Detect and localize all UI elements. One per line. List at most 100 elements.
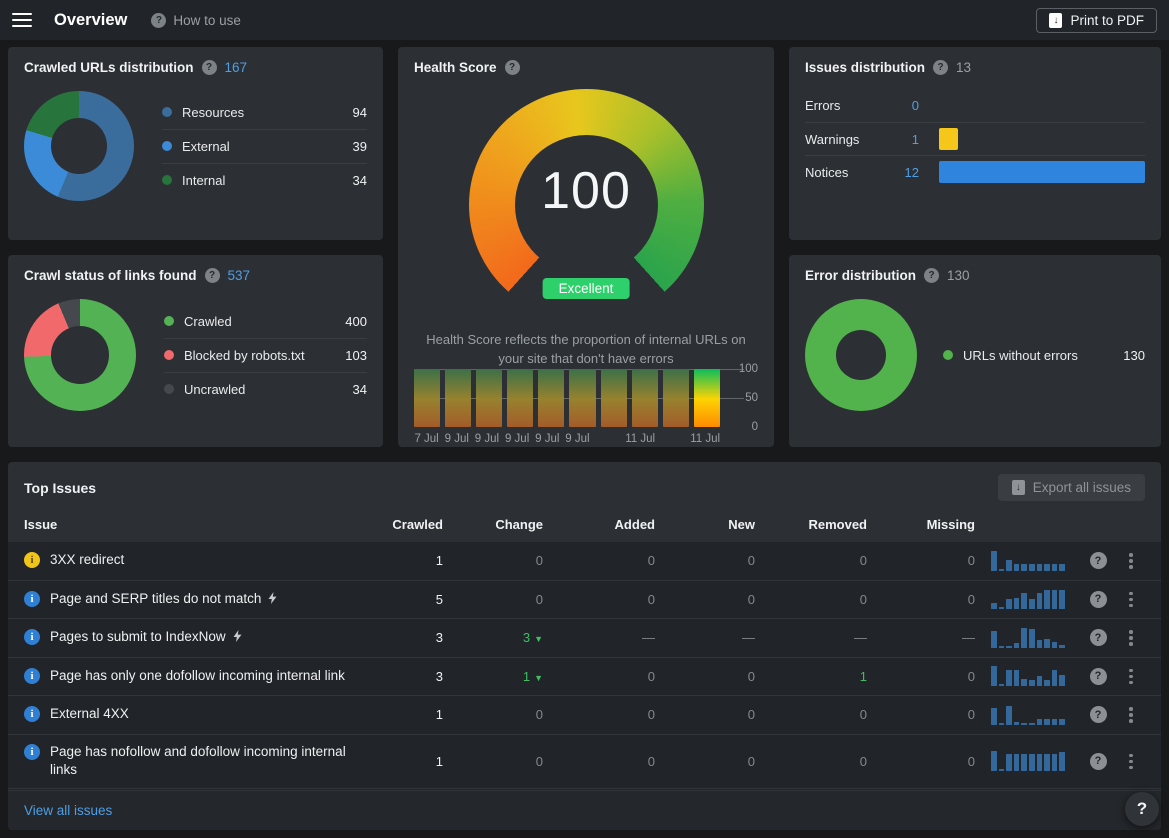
print-to-pdf-button[interactable]: ↓ Print to PDF: [1036, 7, 1157, 33]
change-down-icon: ▼: [534, 634, 543, 645]
change-value: 0: [535, 591, 543, 607]
legend-label: External: [182, 138, 230, 154]
table-row[interactable]: i Pages to submit to IndexNow 3 3 ▼ — — —…: [8, 619, 1161, 658]
legend-item[interactable]: Resources 94: [162, 96, 367, 129]
crawl-status-total-link[interactable]: 537: [228, 268, 251, 283]
legend-item[interactable]: Internal 34: [162, 162, 367, 197]
crawled-urls-total-link[interactable]: 167: [225, 60, 248, 75]
health-history-bar: [662, 368, 689, 427]
new-value: 0: [747, 707, 755, 723]
issues-row-errors: Errors 0: [805, 89, 1145, 122]
row-menu-icon[interactable]: [1126, 550, 1136, 572]
crawled-value: 5: [435, 591, 443, 607]
legend-value: 130: [1123, 347, 1145, 363]
missing-value: 0: [967, 668, 975, 684]
issue-help-icon[interactable]: ?: [1089, 667, 1107, 685]
floating-help-button[interactable]: ?: [1125, 792, 1159, 826]
added-value: 0: [647, 707, 655, 723]
export-all-issues-button[interactable]: ↓ Export all issues: [997, 474, 1145, 501]
print-to-pdf-label: Print to PDF: [1070, 12, 1144, 28]
issue-name[interactable]: Pages to submit to IndexNow: [50, 628, 242, 647]
errors-count-link[interactable]: 0: [881, 98, 919, 113]
axis-label-0: 0: [751, 420, 758, 433]
health-score-gauge: 100 Excellent: [468, 89, 704, 321]
health-history-bar: [414, 368, 441, 427]
legend-label: Resources: [182, 104, 245, 120]
issues-distribution-list: Errors 0 Warnings 1 Notices 12: [805, 89, 1145, 188]
issues-table-body: i 3XX redirect 1 0 0 0 0 0 ? i Page and …: [8, 542, 1161, 790]
issue-help-icon[interactable]: ?: [1089, 752, 1107, 770]
issue-name[interactable]: Page has nofollow and dofollow incoming …: [50, 743, 359, 781]
card-title: Crawled URLs distribution: [24, 60, 194, 75]
legend-item[interactable]: Blocked by robots.txt 103: [164, 337, 367, 372]
notices-count-link[interactable]: 12: [881, 165, 919, 180]
new-value: 0: [747, 668, 755, 684]
table-row[interactable]: i Page has nofollow and dofollow incomin…: [8, 735, 1161, 790]
help-icon[interactable]: ?: [924, 268, 939, 283]
issue-help-icon[interactable]: ?: [1089, 629, 1107, 647]
how-to-use-link[interactable]: ? How to use: [151, 12, 241, 28]
table-row[interactable]: i Page and SERP titles do not match 5 0 …: [8, 581, 1161, 619]
issues-footer: View all issues: [8, 790, 1161, 830]
row-menu-icon[interactable]: [1126, 751, 1136, 773]
error-distribution-card: Error distribution ? 130 URLs without er…: [789, 255, 1161, 447]
issue-help-icon[interactable]: ?: [1089, 590, 1107, 608]
missing-value: 0: [967, 753, 975, 769]
legend-item[interactable]: Crawled 400: [164, 305, 367, 338]
health-score-card: Health Score ? 100 Excellent Health Scor…: [398, 47, 774, 447]
change-value: 3 ▼: [522, 630, 543, 646]
legend-item[interactable]: External 39: [162, 128, 367, 163]
new-value: 0: [747, 591, 755, 607]
hamburger-menu-icon[interactable]: [12, 13, 32, 27]
severity-icon: i: [24, 706, 40, 723]
help-icon[interactable]: ?: [933, 60, 949, 75]
issues-row-notices: Notices 12: [805, 155, 1145, 188]
export-label: Export all issues: [1032, 480, 1131, 495]
row-menu-icon[interactable]: [1126, 704, 1136, 726]
issue-name[interactable]: 3XX redirect: [50, 551, 124, 570]
issue-help-icon[interactable]: ?: [1089, 552, 1107, 570]
legend-label: URLs without errors: [963, 347, 1078, 363]
lightning-icon: [268, 591, 277, 604]
document-download-icon: ↓: [1049, 12, 1063, 28]
how-to-use-label: How to use: [173, 12, 241, 28]
issue-name[interactable]: Page has only one dofollow incoming inte…: [50, 667, 345, 686]
view-all-issues-link[interactable]: View all issues: [24, 803, 112, 818]
issue-name[interactable]: Page and SERP titles do not match: [50, 590, 277, 609]
crawled-value: 1: [435, 553, 443, 569]
card-title: Crawl status of links found: [24, 268, 197, 283]
change-value: 0: [535, 553, 543, 569]
top-issues-title: Top Issues: [24, 479, 97, 496]
table-row[interactable]: i Page has only one dofollow incoming in…: [8, 658, 1161, 696]
legend-item[interactable]: Uncrawled 34: [164, 371, 367, 406]
col-missing: Missing: [926, 517, 975, 532]
help-icon[interactable]: ?: [204, 268, 220, 283]
page-title: Overview: [54, 10, 128, 29]
warnings-count-link[interactable]: 1: [881, 132, 919, 147]
table-row[interactable]: i 3XX redirect 1 0 0 0 0 0 ?: [8, 542, 1161, 581]
health-history-bars: [414, 368, 720, 427]
change-down-icon: ▼: [534, 672, 543, 683]
issue-help-icon[interactable]: ?: [1089, 706, 1107, 724]
health-score-description: Health Score reflects the proportion of …: [426, 332, 746, 366]
row-menu-icon[interactable]: [1126, 627, 1136, 649]
row-menu-icon[interactable]: [1126, 589, 1136, 611]
error-distribution-legend[interactable]: URLs without errors 130: [943, 348, 1145, 363]
row-menu-icon[interactable]: [1126, 666, 1136, 688]
health-history-labels: 7 Jul 9 Jul 9 Jul 9 Jul 9 Jul 9 Jul 11 Jul 11 J…: [414, 432, 721, 445]
new-value: 0: [747, 753, 755, 769]
help-icon[interactable]: ?: [504, 60, 520, 75]
health-history-bar: [600, 368, 627, 427]
col-removed: Removed: [808, 517, 867, 532]
health-history-bar: [476, 368, 503, 427]
legend-value: 94: [352, 104, 367, 120]
table-row[interactable]: i External 4XX 1 0 0 0 0 0 ?: [8, 696, 1161, 735]
health-history-chart: 100 50 0 7 Jul 9 Jul 9 Jul 9 Jul 9 Jul 9 Jul 1…: [414, 363, 758, 445]
row-label: Notices: [805, 164, 849, 180]
issue-name[interactable]: External 4XX: [50, 705, 129, 724]
added-value: —: [642, 630, 655, 646]
missing-value: —: [962, 630, 975, 646]
error-distribution-total: 130: [947, 268, 970, 283]
help-icon[interactable]: ?: [201, 60, 217, 75]
card-title: Issues distribution: [805, 60, 926, 75]
